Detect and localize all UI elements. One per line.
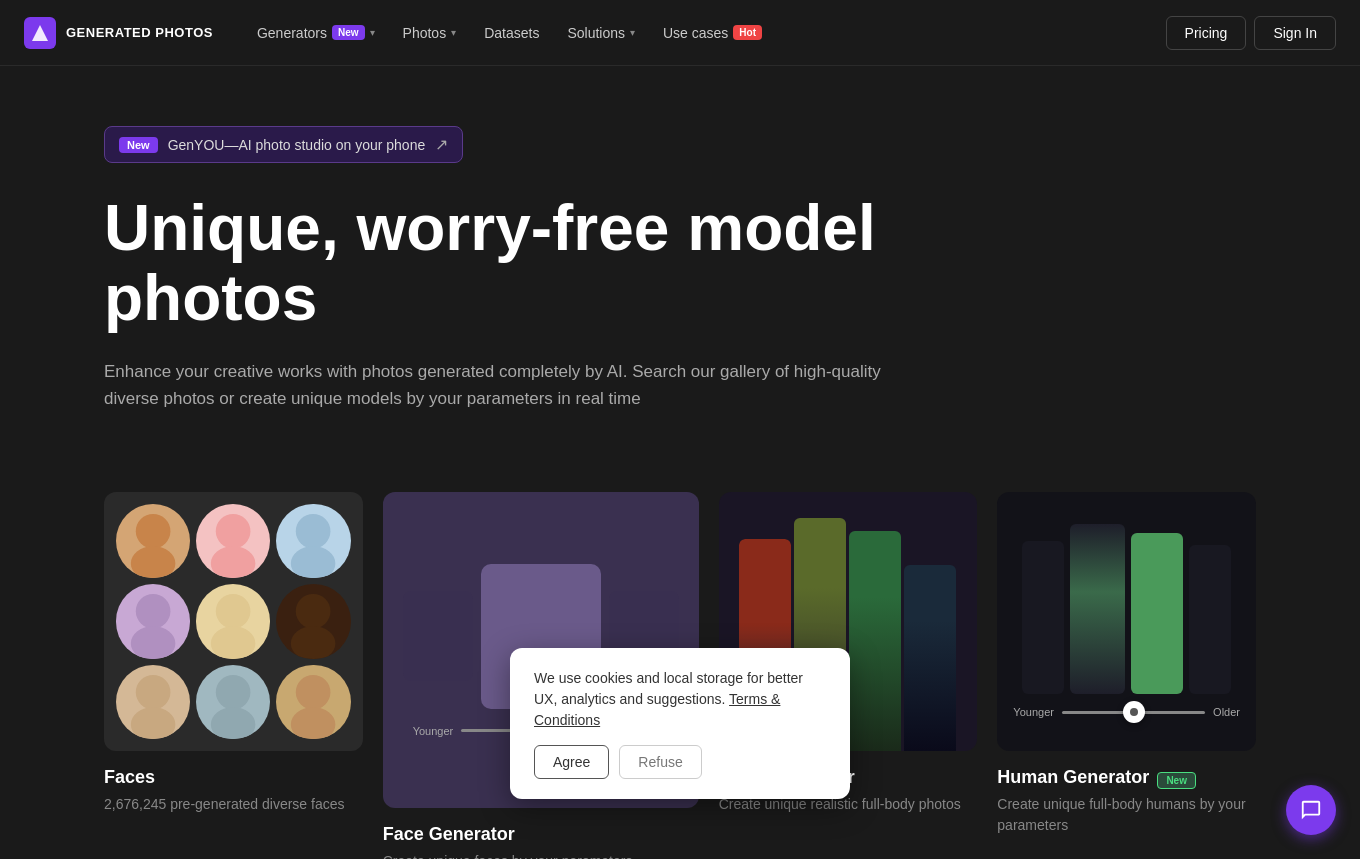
slider-label-younger-human: Younger	[1013, 706, 1054, 718]
body-figure-4	[904, 565, 956, 751]
svg-point-19	[291, 707, 336, 739]
svg-point-14	[136, 674, 171, 709]
svg-point-12	[296, 594, 331, 629]
card-human-generator-desc: Create unique full-body humans by your p…	[997, 794, 1256, 836]
nav-generators[interactable]: Generators New ▾	[245, 17, 387, 49]
human-fig-right	[1189, 545, 1231, 695]
face-avatar	[276, 504, 350, 578]
svg-point-5	[211, 546, 256, 578]
card-human-generator-title: Human Generator	[997, 767, 1149, 788]
hero-badge-label: New	[119, 137, 158, 153]
svg-point-16	[216, 674, 251, 709]
svg-point-7	[291, 546, 336, 578]
human-age-slider-track[interactable]	[1062, 711, 1205, 714]
chat-button[interactable]	[1286, 785, 1336, 835]
svg-point-8	[136, 594, 171, 629]
face-avatar	[116, 504, 190, 578]
svg-point-10	[216, 594, 251, 629]
nav-solutions[interactable]: Solutions ▾	[555, 17, 647, 49]
face-avatar	[196, 504, 270, 578]
face-avatar	[196, 584, 270, 658]
human-generator-new-badge: New	[1157, 772, 1196, 789]
slider-label-younger: Younger	[413, 725, 454, 737]
svg-point-18	[296, 674, 331, 709]
svg-point-3	[131, 546, 176, 578]
card-faces-title: Faces	[104, 767, 363, 788]
card-human-generator[interactable]: Younger Older Human Generator New Create…	[997, 492, 1256, 859]
chevron-down-icon: ▾	[630, 27, 635, 38]
navbar-left: GENERATED PHOTOS Generators New ▾ Photos…	[24, 17, 774, 49]
navbar-right: Pricing Sign In	[1166, 16, 1336, 50]
nav-use-cases-label: Use cases	[663, 25, 728, 41]
cookie-text: We use cookies and local storage for bet…	[534, 668, 826, 731]
nav-datasets-label: Datasets	[484, 25, 539, 41]
nav-photos-label: Photos	[403, 25, 447, 41]
human-fig-center-dark	[1070, 524, 1125, 694]
svg-point-9	[131, 626, 176, 658]
chevron-down-icon: ▾	[451, 27, 456, 38]
svg-point-13	[291, 626, 336, 658]
hero-title: Unique, worry-free model photos	[104, 193, 1004, 334]
cookie-refuse-button[interactable]: Refuse	[619, 745, 701, 779]
external-link-icon: ↗	[435, 135, 448, 154]
card-faces-desc: 2,676,245 pre-generated diverse faces	[104, 794, 363, 815]
svg-point-15	[131, 707, 176, 739]
hero-subtitle: Enhance your creative works with photos …	[104, 358, 884, 412]
nav-links: Generators New ▾ Photos ▾ Datasets Solut…	[245, 17, 774, 49]
svg-point-17	[211, 707, 256, 739]
svg-point-2	[136, 514, 171, 549]
face-avatar	[276, 665, 350, 739]
pricing-button[interactable]: Pricing	[1166, 16, 1247, 50]
cookie-agree-button[interactable]: Agree	[534, 745, 609, 779]
nav-use-cases[interactable]: Use cases Hot	[651, 17, 774, 49]
human-age-slider-thumb[interactable]	[1123, 701, 1145, 723]
chevron-down-icon: ▾	[370, 27, 375, 38]
face-avatar	[116, 584, 190, 658]
face-side-older	[403, 591, 473, 681]
svg-point-11	[211, 626, 256, 658]
cookie-banner: We use cookies and local storage for bet…	[510, 648, 850, 799]
card-human-generator-title-row: Human Generator New	[997, 767, 1256, 794]
logo-text: GENERATED PHOTOS	[66, 25, 213, 40]
navbar: GENERATED PHOTOS Generators New ▾ Photos…	[0, 0, 1360, 66]
face-avatar	[196, 665, 270, 739]
svg-point-4	[216, 514, 251, 549]
signin-button[interactable]: Sign In	[1254, 16, 1336, 50]
cookie-actions: Agree Refuse	[534, 745, 826, 779]
nav-generators-label: Generators	[257, 25, 327, 41]
face-avatar	[276, 584, 350, 658]
nav-generators-badge: New	[332, 25, 365, 40]
nav-datasets[interactable]: Datasets	[472, 17, 551, 49]
human-age-slider-row: Younger Older	[1013, 706, 1240, 718]
card-faces-image	[104, 492, 363, 751]
card-faces[interactable]: Faces 2,676,245 pre-generated diverse fa…	[104, 492, 363, 859]
hero-badge-text: GenYOU—AI photo studio on your phone	[168, 137, 426, 153]
slider-label-older-human: Older	[1213, 706, 1240, 718]
cookie-terms-link[interactable]: Terms & Conditions	[534, 691, 780, 728]
hero-badge[interactable]: New GenYOU—AI photo studio on your phone…	[104, 126, 463, 163]
nav-solutions-label: Solutions	[567, 25, 625, 41]
nav-use-cases-badge: Hot	[733, 25, 762, 40]
card-face-generator-title: Face Generator	[383, 824, 699, 845]
body-figure-3	[849, 531, 901, 751]
logo[interactable]: GENERATED PHOTOS	[24, 17, 213, 49]
card-human-generator-image: Younger Older	[997, 492, 1256, 751]
nav-photos[interactable]: Photos ▾	[391, 17, 469, 49]
human-fig-left	[1022, 541, 1064, 694]
face-avatar	[116, 665, 190, 739]
logo-icon	[24, 17, 56, 49]
svg-point-6	[296, 514, 331, 549]
chat-icon	[1300, 799, 1322, 821]
hero-section: New GenYOU—AI photo studio on your phone…	[0, 66, 1360, 452]
card-face-generator-desc: Create unique faces by your parameters	[383, 851, 699, 859]
human-fig-main	[1131, 533, 1183, 694]
